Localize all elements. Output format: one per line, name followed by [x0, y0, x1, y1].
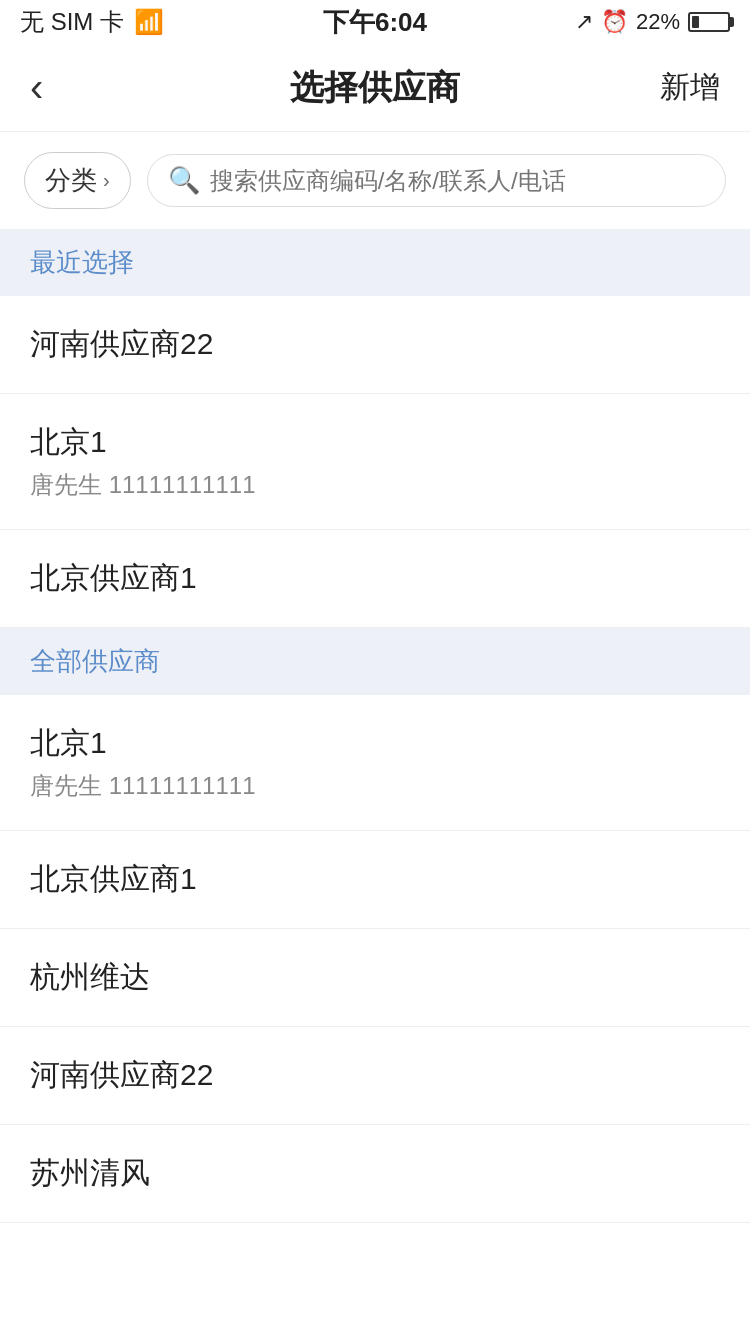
chevron-right-icon: › — [103, 169, 110, 192]
add-button[interactable]: 新增 — [660, 67, 720, 108]
back-button[interactable]: ‹ — [30, 65, 90, 110]
wifi-icon: 📶 — [134, 8, 164, 36]
status-bar-time: 下午6:04 — [323, 5, 427, 40]
item-name: 北京1 — [30, 723, 720, 764]
item-name: 苏州清风 — [30, 1153, 720, 1194]
battery-fill — [692, 16, 699, 28]
category-button[interactable]: 分类 › — [24, 152, 131, 209]
filter-bar: 分类 › 🔍 — [0, 132, 750, 229]
battery-percent: 22% — [636, 9, 680, 35]
location-icon: ↗ — [575, 9, 593, 35]
status-bar-right: ↗ ⏰ 22% — [575, 9, 730, 35]
item-name: 杭州维达 — [30, 957, 720, 998]
list-item[interactable]: 苏州清风 — [0, 1125, 750, 1223]
list-item[interactable]: 北京1 唐先生 11111111111 — [0, 695, 750, 831]
recent-list: 河南供应商22 北京1 唐先生 11111111111 北京供应商1 — [0, 296, 750, 628]
status-bar-left: 无 SIM 卡 📶 — [20, 6, 164, 38]
recent-section-header: 最近选择 — [0, 229, 750, 296]
item-name: 北京供应商1 — [30, 859, 720, 900]
list-item[interactable]: 北京供应商1 — [0, 530, 750, 628]
list-item[interactable]: 北京供应商1 — [0, 831, 750, 929]
signal-text: 无 SIM 卡 — [20, 6, 124, 38]
search-icon: 🔍 — [168, 165, 200, 196]
all-list: 北京1 唐先生 11111111111 北京供应商1 杭州维达 河南供应商22 … — [0, 695, 750, 1223]
nav-bar: ‹ 选择供应商 新增 — [0, 44, 750, 132]
category-label: 分类 — [45, 163, 97, 198]
alarm-icon: ⏰ — [601, 9, 628, 35]
page-title: 选择供应商 — [290, 65, 460, 111]
list-item[interactable]: 杭州维达 — [0, 929, 750, 1027]
item-sub: 唐先生 11111111111 — [30, 770, 720, 802]
search-input[interactable] — [210, 167, 705, 195]
item-name: 北京供应商1 — [30, 558, 720, 599]
all-section-header: 全部供应商 — [0, 628, 750, 695]
battery-icon — [688, 12, 730, 32]
list-item[interactable]: 河南供应商22 — [0, 296, 750, 394]
list-item[interactable]: 河南供应商22 — [0, 1027, 750, 1125]
status-bar: 无 SIM 卡 📶 下午6:04 ↗ ⏰ 22% — [0, 0, 750, 44]
search-box[interactable]: 🔍 — [147, 154, 726, 207]
list-item[interactable]: 北京1 唐先生 11111111111 — [0, 394, 750, 530]
item-name: 北京1 — [30, 422, 720, 463]
item-sub: 唐先生 11111111111 — [30, 469, 720, 501]
item-name: 河南供应商22 — [30, 1055, 720, 1096]
item-name: 河南供应商22 — [30, 324, 720, 365]
